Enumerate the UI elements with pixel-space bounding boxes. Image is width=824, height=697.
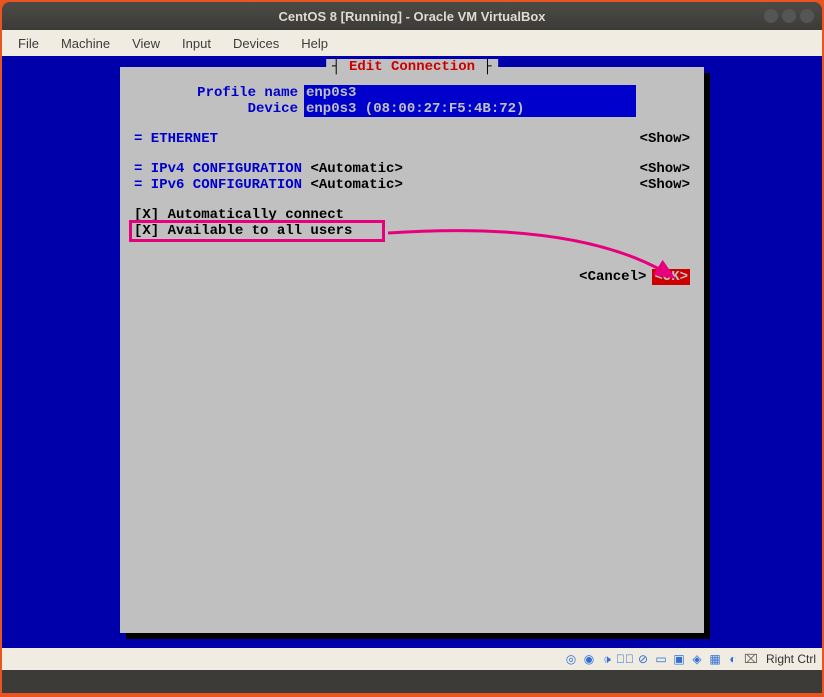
- menu-devices[interactable]: Devices: [223, 33, 289, 54]
- menu-input[interactable]: Input: [172, 33, 221, 54]
- window-controls: [764, 9, 814, 23]
- maximize-icon[interactable]: [782, 9, 796, 23]
- statusbar: ◎ ◉ 🕩 �⃣ ⊘ ▭ ▣ ◈ ▦ ◐ ⌧ Right Ctrl: [2, 648, 822, 670]
- usb-icon[interactable]: ⊘: [636, 652, 650, 666]
- optical-icon[interactable]: ◉: [582, 652, 596, 666]
- recording-icon[interactable]: ◈: [690, 652, 704, 666]
- ethernet-section: = ETHERNET <Show>: [134, 131, 690, 147]
- ipv6-label[interactable]: = IPv6 CONFIGURATION: [134, 177, 302, 193]
- menu-machine[interactable]: Machine: [51, 33, 120, 54]
- auto-connect-checkbox[interactable]: [X] Automatically connect: [134, 207, 690, 223]
- menubar: File Machine View Input Devices Help: [2, 30, 822, 56]
- titlebar: CentOS 8 [Running] - Oracle VM VirtualBo…: [2, 2, 822, 30]
- network-icon[interactable]: �⃣: [618, 652, 632, 666]
- ipv6-value[interactable]: <Automatic>: [310, 177, 402, 193]
- dialog-content: Profile name enp0s3 Device enp0s3 (08:00…: [120, 67, 704, 303]
- profile-name-input[interactable]: enp0s3: [304, 85, 636, 101]
- profile-name-row: Profile name enp0s3: [134, 85, 690, 101]
- nmtui-dialog: Edit Connection Profile name enp0s3 Devi…: [120, 67, 704, 633]
- host-key-icon: ⌧: [744, 652, 758, 666]
- cancel-button[interactable]: <Cancel>: [579, 269, 646, 285]
- menu-help[interactable]: Help: [291, 33, 338, 54]
- device-input[interactable]: enp0s3 (08:00:27:F5:4B:72): [304, 101, 636, 117]
- cpu-icon[interactable]: ▦: [708, 652, 722, 666]
- ethernet-label[interactable]: = ETHERNET: [134, 131, 218, 147]
- ethernet-show-button[interactable]: <Show>: [640, 131, 690, 147]
- ok-button[interactable]: <OK>: [652, 269, 690, 285]
- device-row: Device enp0s3 (08:00:27:F5:4B:72): [134, 101, 690, 117]
- audio-icon[interactable]: 🕩: [600, 652, 614, 666]
- dialog-title: Edit Connection: [326, 59, 498, 75]
- dialog-buttons: <Cancel> <OK>: [134, 269, 690, 285]
- minimize-icon[interactable]: [764, 9, 778, 23]
- host-key-label: Right Ctrl: [762, 652, 816, 666]
- ipv4-value[interactable]: <Automatic>: [310, 161, 402, 177]
- vm-display-area[interactable]: Edit Connection Profile name enp0s3 Devi…: [2, 56, 822, 648]
- all-users-checkbox[interactable]: [X] Available to all users: [134, 223, 690, 239]
- display-icon[interactable]: ▣: [672, 652, 686, 666]
- hdd-icon[interactable]: ◎: [564, 652, 578, 666]
- window-title: CentOS 8 [Running] - Oracle VM VirtualBo…: [278, 9, 545, 24]
- vm-window: CentOS 8 [Running] - Oracle VM VirtualBo…: [2, 2, 822, 693]
- ipv6-show-button[interactable]: <Show>: [640, 177, 690, 193]
- ipv4-row: = IPv4 CONFIGURATION <Automatic> <Show>: [134, 161, 690, 177]
- shared-folders-icon[interactable]: ▭: [654, 652, 668, 666]
- device-label: Device: [134, 101, 304, 117]
- menu-view[interactable]: View: [122, 33, 170, 54]
- ipv6-row: = IPv6 CONFIGURATION <Automatic> <Show>: [134, 177, 690, 193]
- menu-file[interactable]: File: [8, 33, 49, 54]
- ipv4-label[interactable]: = IPv4 CONFIGURATION: [134, 161, 302, 177]
- close-icon[interactable]: [800, 9, 814, 23]
- profile-name-label: Profile name: [134, 85, 304, 101]
- ipv4-show-button[interactable]: <Show>: [640, 161, 690, 177]
- mouse-icon[interactable]: ◐: [726, 652, 740, 666]
